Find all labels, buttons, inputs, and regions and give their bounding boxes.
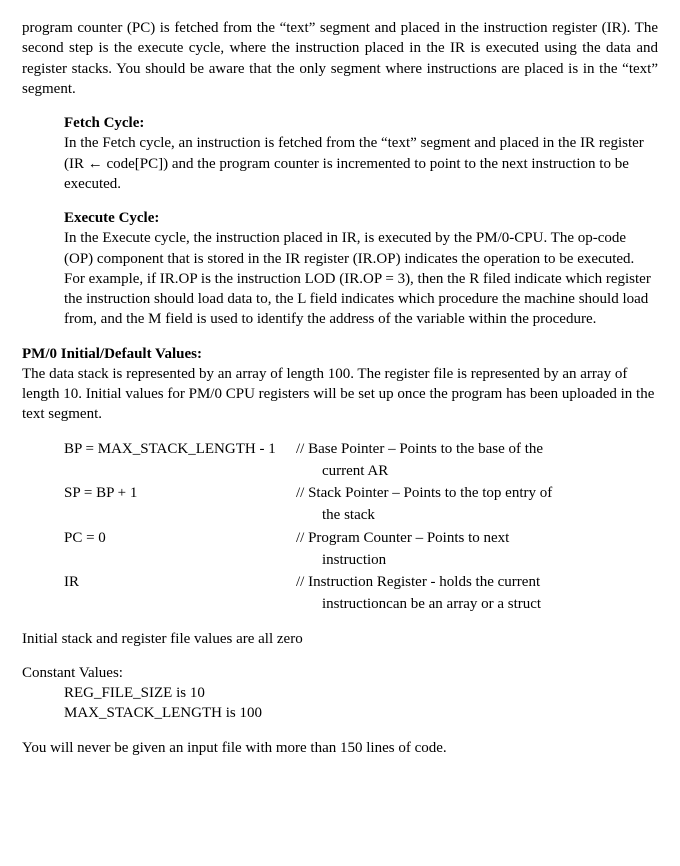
initial-title: PM/0 Initial/Default Values: [22, 346, 202, 362]
pc-left: PC = 0 [64, 528, 296, 548]
constants-title: Constant Values: [22, 663, 658, 683]
bp-right2: current AR [296, 461, 658, 481]
pc-right2: instruction [296, 550, 658, 570]
register-table: BP = MAX_STACK_LENGTH - 1 // Base Pointe… [64, 439, 658, 615]
bp-right1: // Base Pointer – Points to the base of … [296, 439, 658, 459]
ir-right1: // Instruction Register - holds the curr… [296, 572, 658, 592]
initial-body: The data stack is represented by an arra… [22, 364, 658, 425]
sp-right2: the stack [296, 505, 658, 525]
sp-left: SP = BP + 1 [64, 483, 296, 503]
post-table-text: Initial stack and register file values a… [22, 629, 658, 649]
fetch-title: Fetch Cycle: [64, 113, 658, 133]
constants-line2: MAX_STACK_LENGTH is 100 [64, 703, 658, 723]
sp-right1: // Stack Pointer – Points to the top ent… [296, 483, 658, 503]
ir-left: IR [64, 572, 296, 592]
bp-left: BP = MAX_STACK_LENGTH - 1 [64, 439, 296, 459]
execute-body: In the Execute cycle, the instruction pl… [64, 228, 658, 329]
fetch-body: In the Fetch cycle, an instruction is fe… [64, 133, 658, 194]
execute-title: Execute Cycle: [64, 208, 658, 228]
pc-right1: // Program Counter – Points to next [296, 528, 658, 548]
footer-text: You will never be given an input file wi… [22, 738, 658, 758]
ir-right2: instructioncan be an array or a struct [296, 594, 658, 614]
intro-paragraph: program counter (PC) is fetched from the… [22, 18, 658, 99]
constants-line1: REG_FILE_SIZE is 10 [64, 683, 658, 703]
